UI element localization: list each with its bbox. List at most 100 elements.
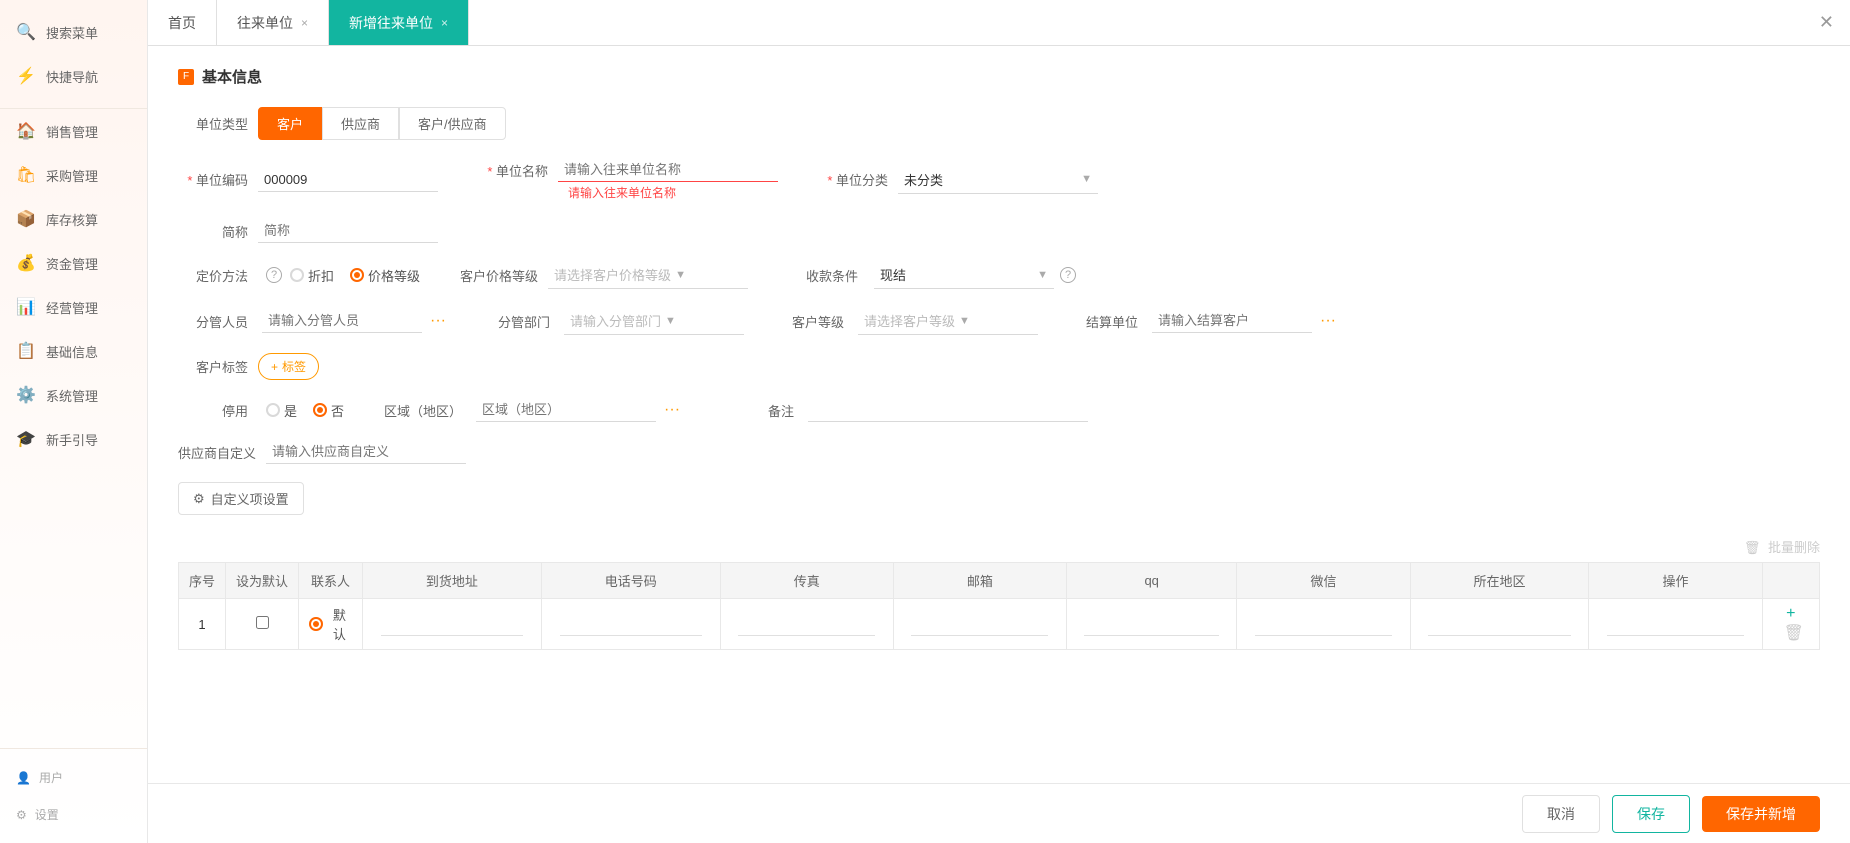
sales-icon: 🏠 (16, 121, 36, 141)
row-phone[interactable] (720, 599, 893, 650)
row-email[interactable] (1066, 599, 1237, 650)
col-action (1762, 563, 1819, 599)
sidebar-item-newbie[interactable]: 🎓 新手引导 (0, 417, 147, 461)
row-qq[interactable] (1237, 599, 1410, 650)
unit-name-input[interactable] (558, 158, 778, 182)
sidebar-item-quicknav[interactable]: ⚡ 快捷导航 (0, 54, 147, 98)
row-default[interactable]: 默认 (299, 599, 363, 650)
customer-level-select[interactable]: 请选择客户等级 ▼ (858, 307, 1038, 335)
management-row: 分管人员 ··· 分管部门 请输入分管部门 ▼ 客户等级 请选择客户等级 ▼ (178, 307, 1820, 335)
sidebar: 🔍 搜索菜单 ⚡ 快捷导航 🏠 销售管理 🛍 采购管理 📦 库存核算 💰 资金管… (0, 0, 148, 843)
unit-type-group: 客户 供应商 客户/供应商 (258, 107, 506, 140)
area-input[interactable] (476, 398, 656, 422)
col-email: qq (1066, 563, 1237, 599)
finance-icon: 💰 (16, 253, 36, 273)
tab-partners-close[interactable]: × (301, 17, 308, 29)
address-input[interactable] (560, 612, 702, 636)
sidebar-item-inventory[interactable]: 📦 库存核算 (0, 197, 147, 241)
col-qq: 微信 (1237, 563, 1410, 599)
row-checkbox[interactable] (226, 599, 299, 650)
sidebar-user[interactable]: 👤 用户 (0, 759, 147, 796)
row-wechat[interactable] (1410, 599, 1589, 650)
unit-type-supplier[interactable]: 供应商 (322, 107, 399, 140)
unit-code-input[interactable] (258, 168, 438, 192)
qq-input[interactable] (1255, 612, 1392, 636)
window-close-button[interactable]: ✕ (1803, 0, 1850, 45)
tab-home[interactable]: 首页 (148, 0, 217, 45)
settlement-more-btn[interactable]: ··· (1316, 312, 1340, 330)
sidebar-settings[interactable]: ⚙ 设置 (0, 796, 147, 833)
sidebar-search[interactable]: 🔍 搜索菜单 ⚡ 快捷导航 (0, 0, 147, 109)
remark-field: 备注 (724, 398, 1088, 422)
phone-input[interactable] (738, 612, 875, 636)
row-area[interactable] (1589, 599, 1762, 650)
section-basic-info: F 基本信息 (178, 66, 1820, 87)
unit-type-customer[interactable]: 客户 (258, 107, 322, 140)
tab-partners[interactable]: 往来单位 × (217, 0, 329, 45)
tab-new-partner[interactable]: 新增往来单位 × (329, 0, 469, 45)
row-index: 1 (179, 599, 226, 650)
contact-input[interactable] (381, 612, 523, 636)
unit-category-field: 单位分类 未分类 ▼ (818, 166, 1098, 194)
tab-new-partner-close[interactable]: × (441, 17, 448, 29)
sidebar-item-purchase[interactable]: 🛍 采购管理 (0, 153, 147, 197)
sidebar-item-sales[interactable]: 🏠 销售管理 (0, 109, 147, 153)
payment-terms-value: 现结 (880, 265, 1033, 284)
short-name-input[interactable] (258, 219, 438, 243)
payment-terms-help-icon[interactable]: ? (1060, 267, 1076, 283)
manager-input[interactable] (262, 309, 422, 333)
section-title: 基本信息 (202, 66, 262, 87)
supplier-custom-label: 供应商自定义 (178, 443, 266, 462)
pricing-radio-group: 折扣 价格等级 (290, 266, 420, 285)
radio-no[interactable]: 否 (313, 401, 344, 420)
sidebar-item-system[interactable]: ⚙️ 系统管理 (0, 373, 147, 417)
row-fax[interactable] (893, 599, 1066, 650)
main-area: 首页 往来单位 × 新增往来单位 × ✕ F 基本信息 单位类型 客户 供应商 … (148, 0, 1850, 843)
radio-yes[interactable]: 是 (266, 401, 297, 420)
tag-label: 标签 (282, 358, 306, 375)
custom-settings-button[interactable]: ⚙ 自定义项设置 (178, 482, 304, 515)
radio-discount[interactable]: 折扣 (290, 266, 334, 285)
row-select-checkbox[interactable] (256, 616, 269, 629)
supplier-custom-row: 供应商自定义 (178, 440, 1820, 464)
save-button[interactable]: 保存 (1612, 795, 1690, 833)
unit-type-both[interactable]: 客户/供应商 (399, 107, 506, 140)
default-radio[interactable]: 默认 (309, 605, 352, 643)
payment-terms-select[interactable]: 现结 ▼ (874, 261, 1054, 289)
cancel-button[interactable]: 取消 (1522, 795, 1600, 833)
batch-delete-area: 🗑 批量删除 (178, 537, 1820, 556)
area-row-input[interactable] (1607, 612, 1744, 636)
add-tag-button[interactable]: + 标签 (258, 353, 319, 380)
sidebar-item-finance[interactable]: 💰 资金管理 (0, 241, 147, 285)
radio-price-level[interactable]: 价格等级 (350, 266, 420, 285)
wechat-input[interactable] (1428, 612, 1570, 636)
sidebar-item-basic[interactable]: 📋 基础信息 (0, 329, 147, 373)
save-new-button[interactable]: 保存并新增 (1702, 796, 1820, 832)
fax-input[interactable] (911, 612, 1048, 636)
remark-input[interactable] (808, 398, 1088, 422)
row-address[interactable] (541, 599, 720, 650)
radio-price-level-circle (350, 268, 364, 282)
unit-category-select[interactable]: 未分类 ▼ (898, 166, 1098, 194)
pricing-help-icon[interactable]: ? (266, 267, 282, 283)
settlement-unit-label: 结算单位 (1068, 312, 1148, 331)
area-label: 区域（地区） (384, 401, 472, 420)
customer-price-select[interactable]: 请选择客户价格等级 ▼ (548, 261, 748, 289)
sidebar-item-search[interactable]: 🔍 搜索菜单 (0, 10, 147, 54)
department-select[interactable]: 请输入分管部门 ▼ (564, 307, 744, 335)
sidebar-item-operations[interactable]: 📊 经营管理 (0, 285, 147, 329)
supplier-custom-input[interactable] (266, 440, 466, 464)
area-more-btn[interactable]: ··· (660, 401, 684, 419)
manager-more-btn[interactable]: ··· (426, 312, 450, 330)
sidebar-purchase-label: 采购管理 (46, 166, 98, 185)
col-phone: 传真 (720, 563, 893, 599)
batch-delete-label[interactable]: 批量删除 (1768, 540, 1820, 555)
settlement-unit-input[interactable] (1152, 309, 1312, 333)
newbie-icon: 🎓 (16, 429, 36, 449)
row-contact[interactable] (362, 599, 541, 650)
unit-info-row: 单位编码 单位名称 请输入往来单位名称 单位分类 未分类 ▼ (178, 158, 1820, 201)
email-input[interactable] (1084, 612, 1219, 636)
tab-partners-label: 往来单位 (237, 13, 293, 33)
row-del-btn[interactable]: 🗑 (1784, 625, 1804, 642)
row-add-btn[interactable]: + (1786, 605, 1795, 622)
